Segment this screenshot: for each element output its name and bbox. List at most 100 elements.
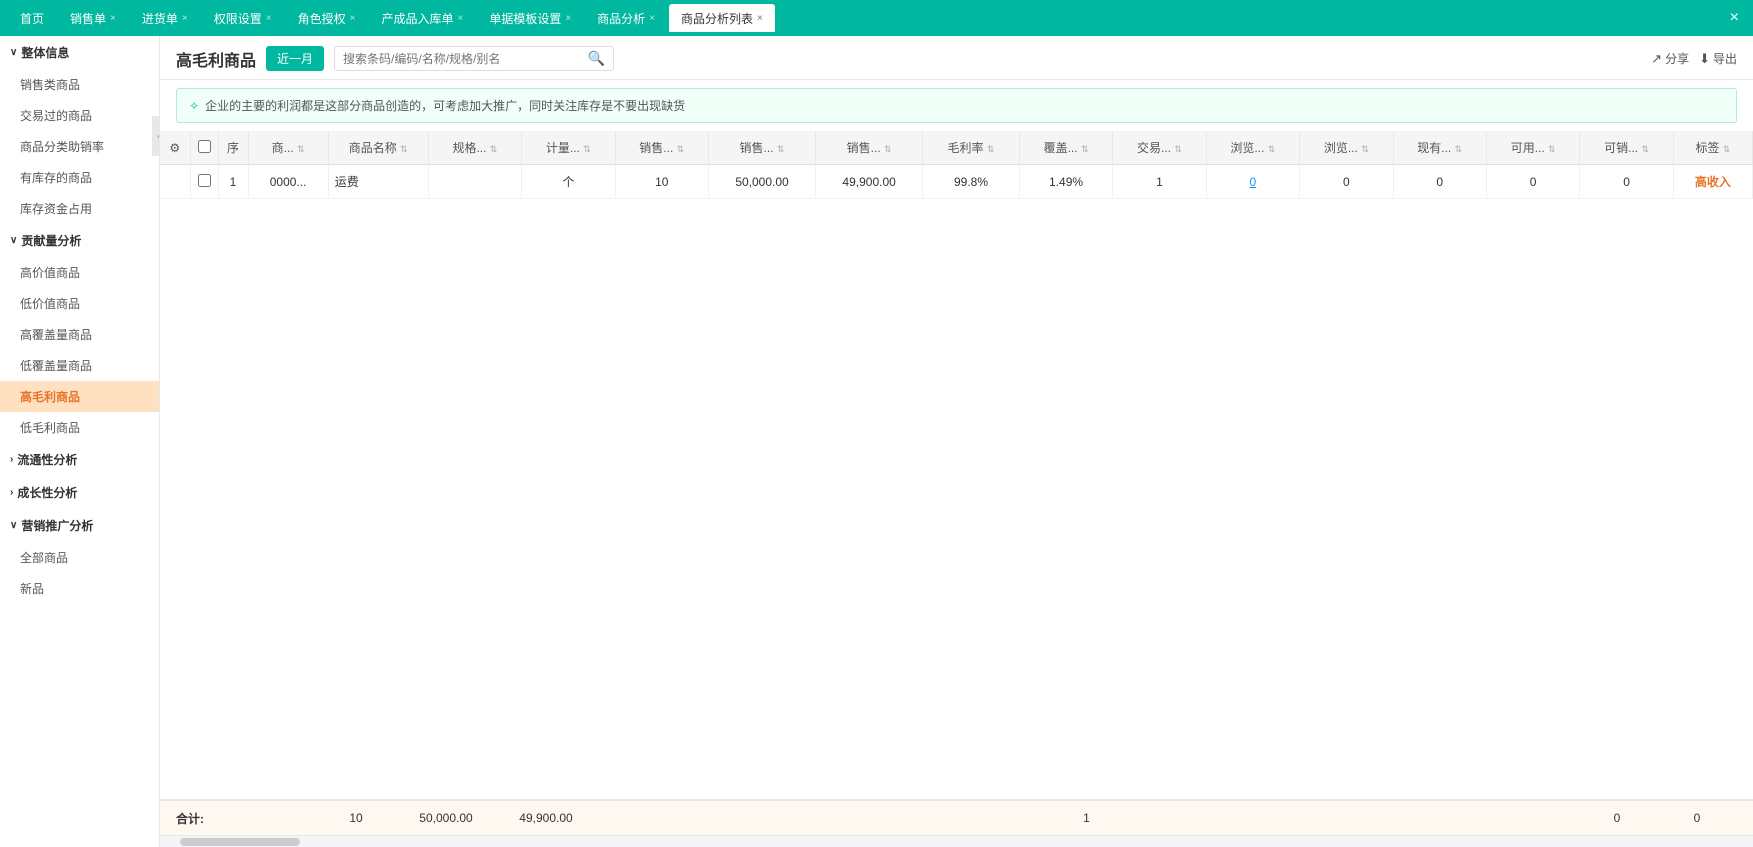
cell-seq: 1 [218,165,248,199]
cell-gross-margin: 99.8% [923,165,1020,199]
export-button[interactable]: ⬇ 导出 [1699,50,1737,67]
share-button[interactable]: ↗ 分享 [1651,50,1689,67]
sidebar-item-category-sales-rate[interactable]: 商品分类助销率 [0,131,159,162]
sort-icon[interactable]: ⇅ [1455,144,1463,154]
column-seq: 序 [218,131,248,165]
sort-icon[interactable]: ⇅ [1268,144,1276,154]
content-header: 高毛利商品 近一月 🔍 ↗ 分享 ⬇ 导出 [160,36,1753,80]
nav-tab-product-inbound[interactable]: 产成品入库单 × [369,4,475,32]
sort-icon[interactable]: ⇅ [297,144,305,154]
filter-recent-month-button[interactable]: 近一月 [266,46,324,71]
close-icon[interactable]: × [350,13,356,24]
sort-icon[interactable]: ⇅ [777,144,785,154]
chevron-right-icon: › [10,454,13,465]
sort-icon[interactable]: ⇅ [400,144,408,154]
sidebar: ∨ 整体信息 销售类商品 交易过的商品 商品分类助销率 有库存的商品 库存资金占… [0,36,160,847]
sort-icon[interactable]: ⇅ [677,144,685,154]
scroll-thumb[interactable] [180,838,300,846]
sort-icon[interactable]: ⇅ [1723,144,1731,154]
sort-icon[interactable]: ⇅ [1361,144,1369,154]
sidebar-group-contribution[interactable]: ∨ 贡献量分析 [0,224,159,257]
sort-icon[interactable]: ⇅ [1081,144,1089,154]
nav-tab-purchase[interactable]: 进货单 × [130,4,200,32]
close-icon[interactable]: × [649,13,655,24]
nav-tab-template[interactable]: 单据模板设置 × [477,4,583,32]
row-checkbox[interactable] [198,174,211,187]
page-title: 高毛利商品 [176,47,256,71]
info-bar: ✧ 企业的主要的利润都是这部分商品创造的，可考虑加大推广，同时关注库存是不要出现… [176,88,1737,123]
sidebar-collapse-button[interactable]: « [152,116,160,156]
sidebar-group-overview[interactable]: ∨ 整体信息 [0,36,159,69]
sort-icon[interactable]: ⇅ [1174,144,1182,154]
cell-available: 0 [1486,165,1579,199]
search-input[interactable] [343,52,584,66]
search-box: 🔍 [334,46,614,71]
sidebar-item-low-coverage[interactable]: 低覆盖量商品 [0,350,159,381]
sidebar-item-high-coverage[interactable]: 高覆盖量商品 [0,319,159,350]
sidebar-item-high-margin[interactable]: 高毛利商品 [0,381,159,412]
cell-spec [428,165,521,199]
column-name: 商品名称 ⇅ [328,131,428,165]
nav-tab-sales[interactable]: 销售单 × [58,4,128,32]
sidebar-item-all-goods[interactable]: 全部商品 [0,542,159,573]
cell-tag: 高收入 [1673,165,1752,199]
cell-checkbox[interactable] [190,165,218,199]
data-table: ⚙ 序 商... ⇅ 商品名称 ⇅ 规格... ⇅ 计量... ⇅ 销售... … [160,131,1753,199]
column-spec: 规格... ⇅ [428,131,521,165]
sidebar-item-low-margin[interactable]: 低毛利商品 [0,412,159,443]
close-icon[interactable]: × [266,13,272,24]
column-checkbox[interactable] [190,131,218,165]
cell-browse2: 0 [1300,165,1393,199]
sort-icon[interactable]: ⇅ [490,144,498,154]
nav-tab-product-analysis-list[interactable]: 商品分析列表 × [669,4,775,32]
footer-sales-qty: 10 [316,811,396,825]
cell-current-stock: 0 [1393,165,1486,199]
sidebar-item-high-value[interactable]: 高价值商品 [0,257,159,288]
header-actions: ↗ 分享 ⬇ 导出 [1651,50,1737,67]
column-browse2: 浏览... ⇅ [1300,131,1393,165]
table-wrapper[interactable]: ⚙ 序 商... ⇅ 商品名称 ⇅ 规格... ⇅ 计量... ⇅ 销售... … [160,131,1753,799]
footer-spacer [596,811,1047,825]
sidebar-item-low-value[interactable]: 低价值商品 [0,288,159,319]
cell-browse1[interactable]: 0 [1206,165,1299,199]
cell-coverage: 1.49% [1019,165,1112,199]
footer-browse2: 0 [1577,811,1657,825]
sort-icon[interactable]: ⇅ [583,144,591,154]
close-all-button[interactable]: × [1724,9,1745,27]
footer-cells: 10 50,000.00 49,900.00 1 0 0 [316,811,1737,825]
content-area: 高毛利商品 近一月 🔍 ↗ 分享 ⬇ 导出 ✧ 企业的主要的利润都是这部分商品创… [160,36,1753,847]
sidebar-group-growth[interactable]: › 成长性分析 [0,476,159,509]
sidebar-item-traded-goods[interactable]: 交易过的商品 [0,100,159,131]
sidebar-item-sales-goods[interactable]: 销售类商品 [0,69,159,100]
select-all-checkbox[interactable] [198,140,211,153]
search-icon[interactable]: 🔍 [588,50,605,67]
sort-icon[interactable]: ⇅ [1641,144,1649,154]
close-icon[interactable]: × [757,13,763,24]
column-current-stock: 现有... ⇅ [1393,131,1486,165]
nav-tab-permission[interactable]: 权限设置 × [202,4,284,32]
sidebar-item-stocked-goods[interactable]: 有库存的商品 [0,162,159,193]
column-sales-qty: 销售... ⇅ [615,131,708,165]
nav-tab-role[interactable]: 角色授权 × [286,4,368,32]
sidebar-group-marketing[interactable]: ∨ 营销推广分析 [0,509,159,542]
close-icon[interactable]: × [565,13,571,24]
footer-transaction: 1 [1047,811,1127,825]
sidebar-item-new-goods[interactable]: 新品 [0,573,159,604]
sort-icon[interactable]: ⇅ [987,144,995,154]
sort-icon[interactable]: ⇅ [1548,144,1556,154]
nav-tab-home[interactable]: 首页 [8,4,56,32]
sort-icon[interactable]: ⇅ [884,144,892,154]
close-icon[interactable]: × [457,13,463,24]
nav-tab-product-analysis[interactable]: 商品分析 × [585,4,667,32]
close-icon[interactable]: × [182,13,188,24]
sidebar-item-stock-capital[interactable]: 库存资金占用 [0,193,159,224]
cell-unit: 个 [522,165,615,199]
column-settings[interactable]: ⚙ [160,131,190,165]
cell-code: 0000... [248,165,328,199]
horizontal-scrollbar[interactable] [160,835,1753,847]
close-icon[interactable]: × [110,13,116,24]
export-icon: ⬇ [1699,51,1710,67]
sidebar-group-liquidity[interactable]: › 流通性分析 [0,443,159,476]
footer-sales-amount: 50,000.00 [396,811,496,825]
column-transaction: 交易... ⇅ [1113,131,1206,165]
